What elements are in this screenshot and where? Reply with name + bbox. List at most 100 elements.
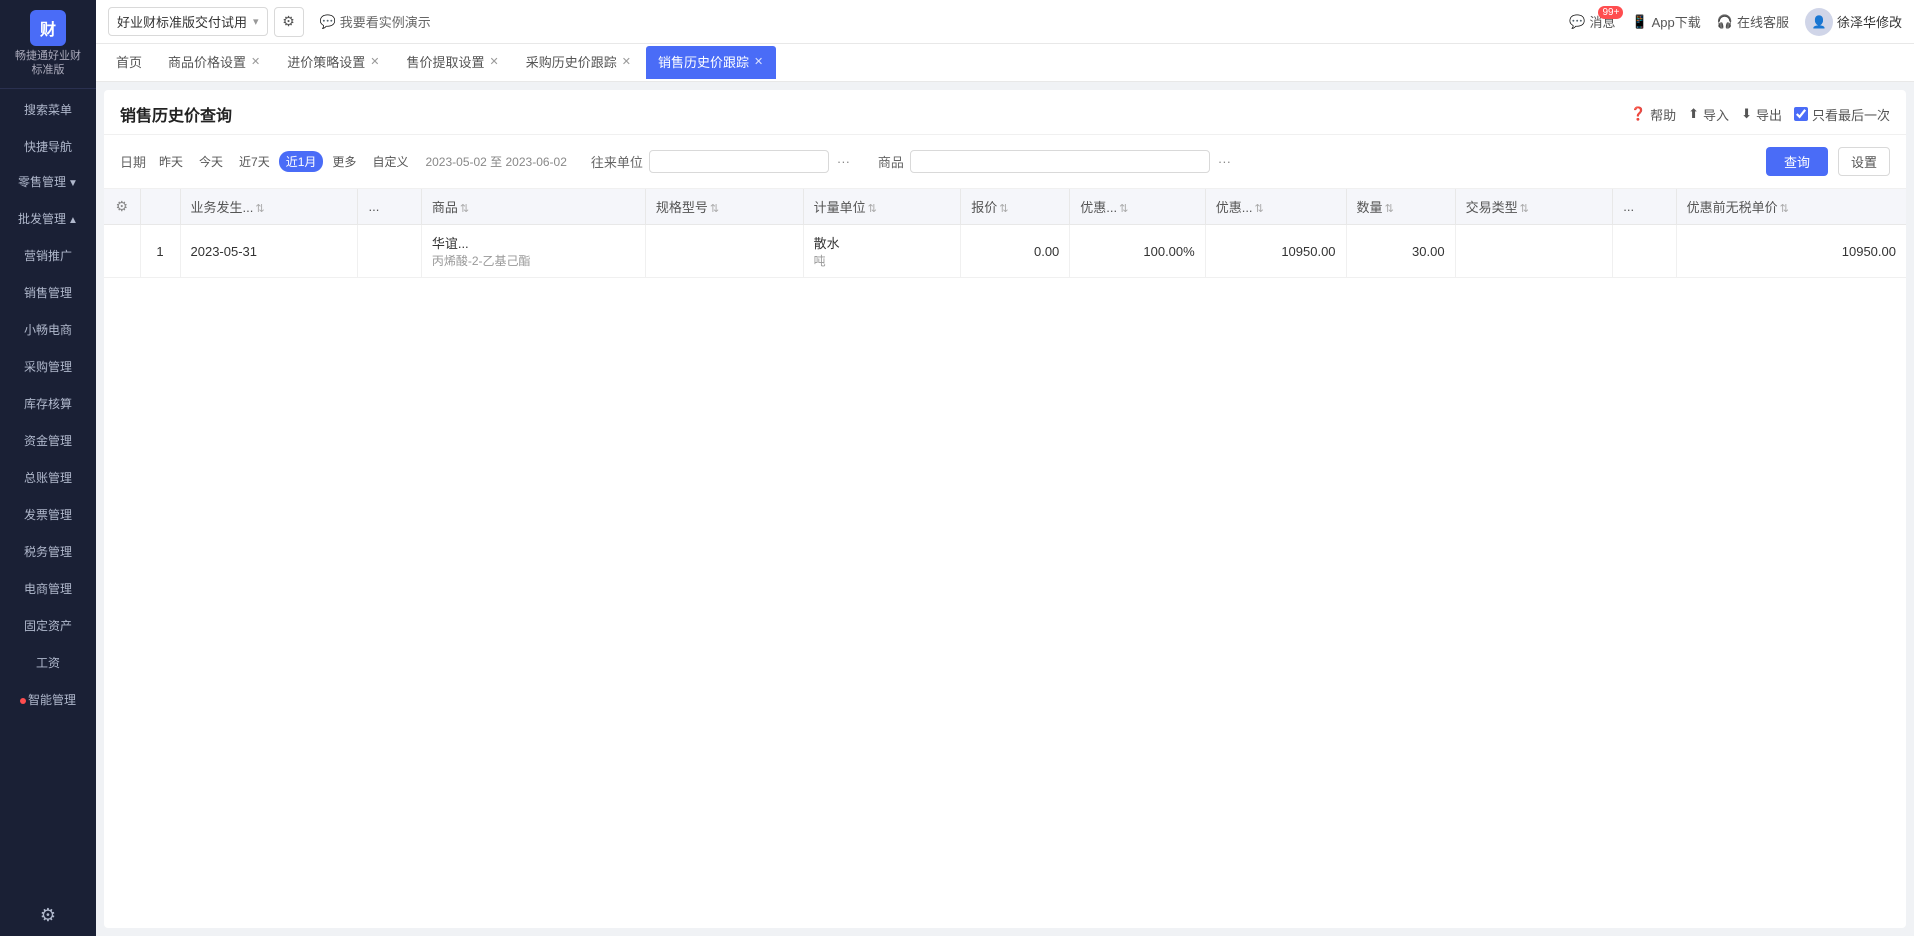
query-button[interactable]: 查询	[1766, 147, 1828, 176]
row-trade-type	[1455, 225, 1613, 278]
sidebar-item-retail[interactable]: 零售管理▼	[0, 163, 96, 200]
date-options: 昨天今天近7天近1月更多自定义	[152, 151, 415, 172]
sidebar-item-ecommerce[interactable]: 电商管理	[0, 570, 96, 607]
sidebar-item-label-wholesale: 批发管理	[18, 212, 66, 226]
customer-input-wrap: ···	[649, 150, 854, 173]
tab-purchase_strategy[interactable]: 进价策略设置 ✕	[275, 46, 392, 79]
topbar-settings-button[interactable]: ⚙	[274, 7, 304, 37]
th-quantity[interactable]: 数量⇅	[1346, 189, 1455, 225]
sidebar-item-label-marketing: 营销推广	[24, 249, 72, 263]
tab-home[interactable]: 首页	[104, 46, 154, 79]
product-input-wrap: ···	[910, 150, 1235, 173]
th-quoted-price[interactable]: 报价⇅	[961, 189, 1070, 225]
sidebar-quick-nav[interactable]: 快捷导航	[0, 130, 96, 163]
tabbar: 首页商品价格设置✕进价策略设置✕售价提取设置✕采购历史价跟踪✕销售历史价跟踪✕	[96, 44, 1914, 82]
table-row: 1 2023-05-31 华谊... 丙烯酸-2-乙基己酯 散水 吨 0.00 …	[104, 225, 1906, 278]
app-select[interactable]: 好业财标准版交付试用 ▾	[108, 7, 268, 36]
tab-product_price[interactable]: 商品价格设置 ✕	[156, 46, 273, 79]
row-quantity: 30.00	[1346, 225, 1455, 278]
th-settings[interactable]: ⚙	[104, 189, 140, 225]
row-discount-price: 10950.00	[1205, 225, 1346, 278]
sidebar-item-finance[interactable]: 资金管理	[0, 422, 96, 459]
sidebar-item-wholesale[interactable]: 批发管理▲	[0, 200, 96, 237]
sidebar-item-sales[interactable]: 销售管理	[0, 274, 96, 311]
sidebar-item-ledger[interactable]: 总账管理	[0, 459, 96, 496]
data-table: ⚙ 业务发生...⇅ ... 商品⇅ 规格型号⇅ 计量单位⇅ 报价⇅ 优惠...…	[104, 189, 1906, 278]
th-more2[interactable]: ...	[1613, 189, 1676, 225]
row-spec	[645, 225, 803, 278]
th-discount-rate[interactable]: 优惠...⇅	[1070, 189, 1205, 225]
th-pretax-price[interactable]: 优惠前无税单价⇅	[1676, 189, 1906, 225]
sidebar-item-inventory[interactable]: 库存核算	[0, 385, 96, 422]
online-service-label: 在线客服	[1737, 12, 1789, 31]
tab-close-product_price[interactable]: ✕	[250, 54, 261, 69]
sidebar-item-label-finance: 资金管理	[24, 434, 72, 448]
sidebar-item-purchase[interactable]: 采购管理	[0, 348, 96, 385]
tab-close-purchase_history[interactable]: ✕	[621, 54, 632, 69]
tab-label-purchase_strategy: 进价策略设置	[287, 52, 365, 71]
sidebar-item-label-sales: 销售管理	[24, 286, 72, 300]
settings-set-button[interactable]: 设置	[1838, 147, 1890, 176]
sidebar-item-payroll[interactable]: 工资	[0, 644, 96, 681]
expand-icon-retail: ▼	[68, 178, 78, 189]
only-last-checkbox-label[interactable]: 只看最后一次	[1794, 105, 1890, 124]
th-spec[interactable]: 规格型号⇅	[645, 189, 803, 225]
customer-more-button[interactable]: ···	[833, 151, 854, 172]
import-button[interactable]: ⬆ 导入	[1688, 105, 1729, 124]
date-range: 2023-05-02 至 2023-06-02	[425, 153, 566, 170]
sidebar-item-label-fixed_assets: 固定资产	[24, 619, 72, 633]
th-trade-type[interactable]: 交易类型⇅	[1455, 189, 1613, 225]
th-unit[interactable]: 计量单位⇅	[803, 189, 961, 225]
date-option-custom[interactable]: 自定义	[365, 151, 415, 172]
tab-sale_price_pickup[interactable]: 售价提取设置✕	[394, 46, 511, 79]
tab-label-purchase_history: 采购历史价跟踪	[526, 52, 617, 71]
sidebar-item-label-tax: 税务管理	[24, 545, 72, 559]
date-option-more[interactable]: 更多	[325, 151, 363, 172]
th-more[interactable]: ...	[358, 189, 421, 225]
online-service-button[interactable]: 🎧 在线客服	[1717, 12, 1789, 31]
only-last-checkbox[interactable]	[1794, 107, 1808, 121]
help-button[interactable]: ❓ 帮助	[1630, 105, 1676, 124]
date-option-today[interactable]: 今天	[192, 151, 230, 172]
tab-purchase_history[interactable]: 采购历史价跟踪 ✕	[514, 46, 644, 79]
th-product[interactable]: 商品⇅	[421, 189, 645, 225]
product-more-button[interactable]: ···	[1214, 151, 1235, 172]
table-settings-icon[interactable]: ⚙	[115, 198, 128, 214]
table-body: 1 2023-05-31 华谊... 丙烯酸-2-乙基己酯 散水 吨 0.00 …	[104, 225, 1906, 278]
tab-close-sale_price_pickup[interactable]: ✕	[489, 54, 500, 69]
tab-close-sales_history[interactable]: ✕	[753, 54, 764, 69]
sidebar-bottom: ⚙	[0, 895, 96, 936]
tab-label-product_price: 商品价格设置	[168, 52, 246, 71]
sidebar: 财 畅捷通好业财 标准版 搜索菜单 快捷导航 零售管理▼批发管理▲营销推广销售管…	[0, 0, 96, 936]
date-option-last1m[interactable]: 近1月	[279, 151, 324, 172]
user-menu[interactable]: 👤 徐泽华修改	[1805, 8, 1902, 36]
th-discount-price[interactable]: 优惠...⇅	[1205, 189, 1346, 225]
message-button[interactable]: 💬 消息 99+	[1569, 12, 1615, 31]
sidebar-item-tax[interactable]: 税务管理	[0, 533, 96, 570]
customer-filter-label: 往来单位	[591, 152, 643, 171]
row-quoted-price: 0.00	[961, 225, 1070, 278]
sidebar-item-ecommerce_small[interactable]: 小畅电商	[0, 311, 96, 348]
tab-label-sales_history: 销售历史价跟踪	[658, 52, 749, 71]
filter-right-buttons: 查询 设置	[1766, 147, 1890, 176]
tab-sales_history[interactable]: 销售历史价跟踪 ✕	[646, 46, 776, 79]
demo-link[interactable]: 💬 我要看实例演示	[320, 12, 431, 31]
date-option-last7[interactable]: 近7天	[232, 151, 277, 172]
user-name: 徐泽华修改	[1837, 12, 1902, 31]
product-input[interactable]	[910, 150, 1210, 173]
sidebar-item-marketing[interactable]: 营销推广	[0, 237, 96, 274]
tab-close-purchase_strategy[interactable]: ✕	[369, 54, 380, 69]
sidebar-item-invoice[interactable]: 发票管理	[0, 496, 96, 533]
th-biz-date[interactable]: 业务发生...⇅	[180, 189, 358, 225]
sidebar-item-fixed_assets[interactable]: 固定资产	[0, 607, 96, 644]
row-discount-rate: 100.00%	[1070, 225, 1205, 278]
row-unit: 散水 吨	[803, 225, 961, 278]
sidebar-item-smart[interactable]: 智能管理	[0, 681, 96, 718]
sidebar-search[interactable]: 搜索菜单	[0, 89, 96, 130]
export-button[interactable]: ⬇ 导出	[1741, 105, 1782, 124]
customer-input[interactable]	[649, 150, 829, 173]
gear-icon: ⚙	[282, 13, 295, 30]
date-option-yesterday[interactable]: 昨天	[152, 151, 190, 172]
sidebar-settings-icon[interactable]: ⚙	[4, 905, 92, 926]
app-download-button[interactable]: 📱 App下载	[1631, 12, 1700, 31]
